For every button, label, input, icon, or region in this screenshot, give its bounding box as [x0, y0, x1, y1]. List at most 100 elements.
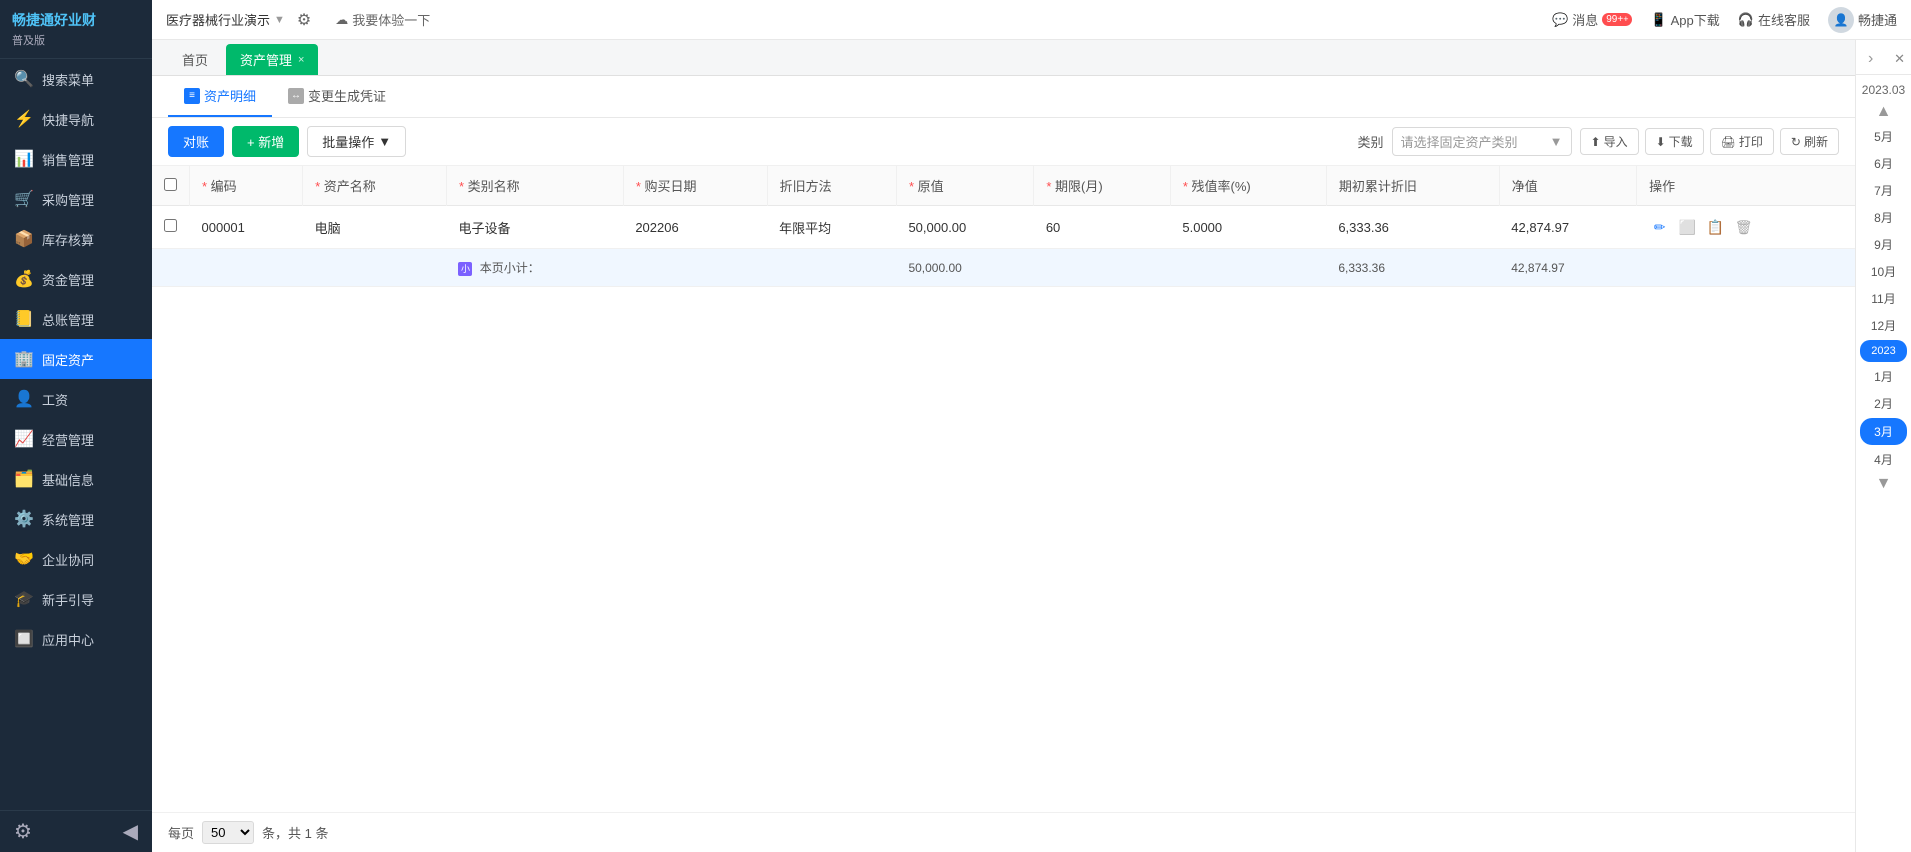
online-service-btn[interactable]: 🎧 在线客服 [1738, 10, 1810, 29]
quicknav-icon: ⚡ [14, 109, 34, 129]
gear-icon[interactable]: ⚙ [297, 10, 311, 30]
month-12[interactable]: 12月 [1856, 312, 1911, 339]
basic-info-icon: 🗂️ [14, 469, 34, 489]
month-8[interactable]: 8月 [1856, 204, 1911, 231]
toolbar-right: ⬆ 导入 ⬇ 下载 🖨 打印 ↻ 刷新 [1580, 128, 1839, 155]
sidebar-item-label: 固定资产 [42, 350, 94, 369]
messages-btn[interactable]: 💬 消息 99++ [1552, 10, 1632, 29]
year-label-2023: 2023 [1860, 340, 1907, 362]
account-btn[interactable]: 对账 [168, 126, 224, 157]
filter-type-label: 类别 [1358, 132, 1384, 151]
tab-asset-management[interactable]: 资产管理 × [226, 44, 318, 75]
right-panel-header: › ✕ [1856, 44, 1911, 75]
sub-tab-change-voucher[interactable]: ↔ 变更生成凭证 [272, 76, 402, 117]
sidebar-item-search[interactable]: 🔍 搜索菜单 [0, 59, 152, 99]
month-10[interactable]: 10月 [1856, 258, 1911, 285]
sub-tab-asset-detail[interactable]: ≡ 资产明细 [168, 76, 272, 117]
month-2[interactable]: 2月 [1856, 390, 1911, 417]
row-checkbox[interactable] [164, 219, 177, 232]
th-asset-name: 资产名称 [303, 166, 447, 206]
td-category: 电子设备 [446, 206, 623, 249]
batch-ops-btn[interactable]: 批量操作 ▼ [307, 126, 406, 157]
th-initial-accumulated: 期初累计折旧 [1326, 166, 1499, 206]
select-all-checkbox[interactable] [164, 178, 177, 191]
month-3[interactable]: 3月 [1860, 418, 1907, 445]
sidebar-item-ledger[interactable]: 📒 总账管理 [0, 299, 152, 339]
company-selector[interactable]: 医疗器械行业演示 ▼ [166, 10, 285, 29]
tab-close-icon[interactable]: × [298, 54, 304, 66]
sidebar-item-fixed-assets[interactable]: 🏢 固定资产 [0, 339, 152, 379]
table-header-row: 编码 资产名称 类别名称 购买日期 折旧方法 原值 期限(月) 残值率(%) 期… [152, 166, 1855, 206]
sidebar-item-enterprise[interactable]: 🤝 企业协同 [0, 539, 152, 579]
refresh-btn[interactable]: ↻ 刷新 [1780, 128, 1839, 155]
page-area: 首页 资产管理 × ≡ 资产明细 ↔ 变更生成凭证 [152, 40, 1855, 852]
month-9[interactable]: 9月 [1856, 231, 1911, 258]
sidebar-item-sales[interactable]: 📊 销售管理 [0, 139, 152, 179]
purchase-icon: 🛒 [14, 189, 34, 209]
sidebar-item-payroll[interactable]: 👤 工资 [0, 379, 152, 419]
batch-ops-arrow: ▼ [378, 134, 391, 149]
experience-btn[interactable]: ☁ 我要体验一下 [335, 10, 430, 29]
experience-label: 我要体验一下 [352, 10, 430, 29]
import-btn[interactable]: ⬆ 导入 [1580, 128, 1639, 155]
td-subtotal-accumulated: 6,333.36 [1326, 249, 1499, 287]
edit-icon[interactable]: ✏ [1649, 216, 1671, 238]
collapse-icon[interactable]: ◀ [123, 819, 138, 844]
app-download-btn[interactable]: 📱 App下载 [1650, 10, 1719, 29]
month-1[interactable]: 1月 [1856, 363, 1911, 390]
sidebar-item-inventory[interactable]: 📦 库存核算 [0, 219, 152, 259]
th-period: 期限(月) [1034, 166, 1171, 206]
copy-icon[interactable]: ⬜ [1677, 216, 1699, 238]
per-page-select[interactable]: 50 100 200 [202, 821, 254, 844]
fixed-assets-icon: 🏢 [14, 349, 34, 369]
delete-icon[interactable]: 🗑 [1733, 216, 1755, 238]
td-original-value: 50,000.00 [896, 206, 1033, 249]
messages-label: 消息 [1572, 10, 1598, 29]
tab-home[interactable]: 首页 [168, 44, 222, 75]
panel-collapse-icon[interactable]: › [1862, 48, 1879, 70]
content: 首页 资产管理 × ≡ 资产明细 ↔ 变更生成凭证 [152, 40, 1911, 852]
messages-badge: 99++ [1602, 13, 1632, 26]
sidebar-item-purchase[interactable]: 🛒 采购管理 [0, 179, 152, 219]
toolbar: 对账 + 新增 批量操作 ▼ 类别 请选择固定资产类别 ▼ ⬆ [152, 118, 1855, 166]
month-7[interactable]: 7月 [1856, 177, 1911, 204]
sidebar-item-operations[interactable]: 📈 经营管理 [0, 419, 152, 459]
panel-close-icon[interactable]: ✕ [1894, 51, 1905, 67]
td-initial-accumulated: 6,333.36 [1326, 206, 1499, 249]
sidebar-item-guide[interactable]: 🎓 新手引导 [0, 579, 152, 619]
filter-type-select[interactable]: 请选择固定资产类别 ▼ [1392, 127, 1572, 156]
sidebar-item-quicknav[interactable]: ⚡ 快捷导航 [0, 99, 152, 139]
enterprise-icon: 🤝 [14, 549, 34, 569]
months-down-arrow[interactable]: ▼ [1870, 473, 1898, 495]
td-subtotal-empty8 [1637, 249, 1855, 287]
sidebar-item-basic-info[interactable]: 🗂️ 基础信息 [0, 459, 152, 499]
asset-detail-tab-icon: ≡ [184, 88, 200, 104]
user-menu[interactable]: 👤 畅捷通 [1828, 7, 1897, 33]
change-voucher-tab-icon: ↔ [288, 88, 304, 104]
print-label: 打印 [1739, 133, 1763, 150]
sidebar-item-capital[interactable]: 💰 资金管理 [0, 259, 152, 299]
settings-icon[interactable]: ⚙ [14, 819, 32, 844]
operations-icon: 📈 [14, 429, 34, 449]
username: 畅捷通 [1858, 10, 1897, 29]
detail-icon[interactable]: 📋 [1705, 216, 1727, 238]
month-6[interactable]: 6月 [1856, 150, 1911, 177]
new-btn[interactable]: + 新增 [232, 126, 299, 157]
td-subtotal-empty2 [190, 249, 303, 287]
months-up-arrow[interactable]: ▲ [1870, 101, 1898, 123]
download-btn[interactable]: ⬇ 下载 [1645, 128, 1704, 155]
month-5[interactable]: 5月 [1856, 123, 1911, 150]
month-4[interactable]: 4月 [1856, 446, 1911, 473]
td-subtotal-net: 42,874.97 [1499, 249, 1636, 287]
month-11[interactable]: 11月 [1856, 285, 1911, 312]
sidebar-item-label: 基础信息 [42, 470, 94, 489]
sidebar-item-apps[interactable]: 🔲 应用中心 [0, 619, 152, 659]
online-service-label: 在线客服 [1758, 10, 1810, 29]
td-subtotal-label: 小 本页小计： [446, 249, 623, 287]
th-checkbox [152, 166, 190, 206]
print-btn[interactable]: 🖨 打印 [1710, 128, 1774, 155]
td-asset-name: 电脑 [303, 206, 447, 249]
total-label: 条，共 1 条 [262, 823, 328, 842]
sidebar-item-system[interactable]: ⚙️ 系统管理 [0, 499, 152, 539]
right-panel: › ✕ 2023.03 ▲ 5月 6月 7月 8月 9月 10月 11月 12月… [1855, 40, 1911, 852]
